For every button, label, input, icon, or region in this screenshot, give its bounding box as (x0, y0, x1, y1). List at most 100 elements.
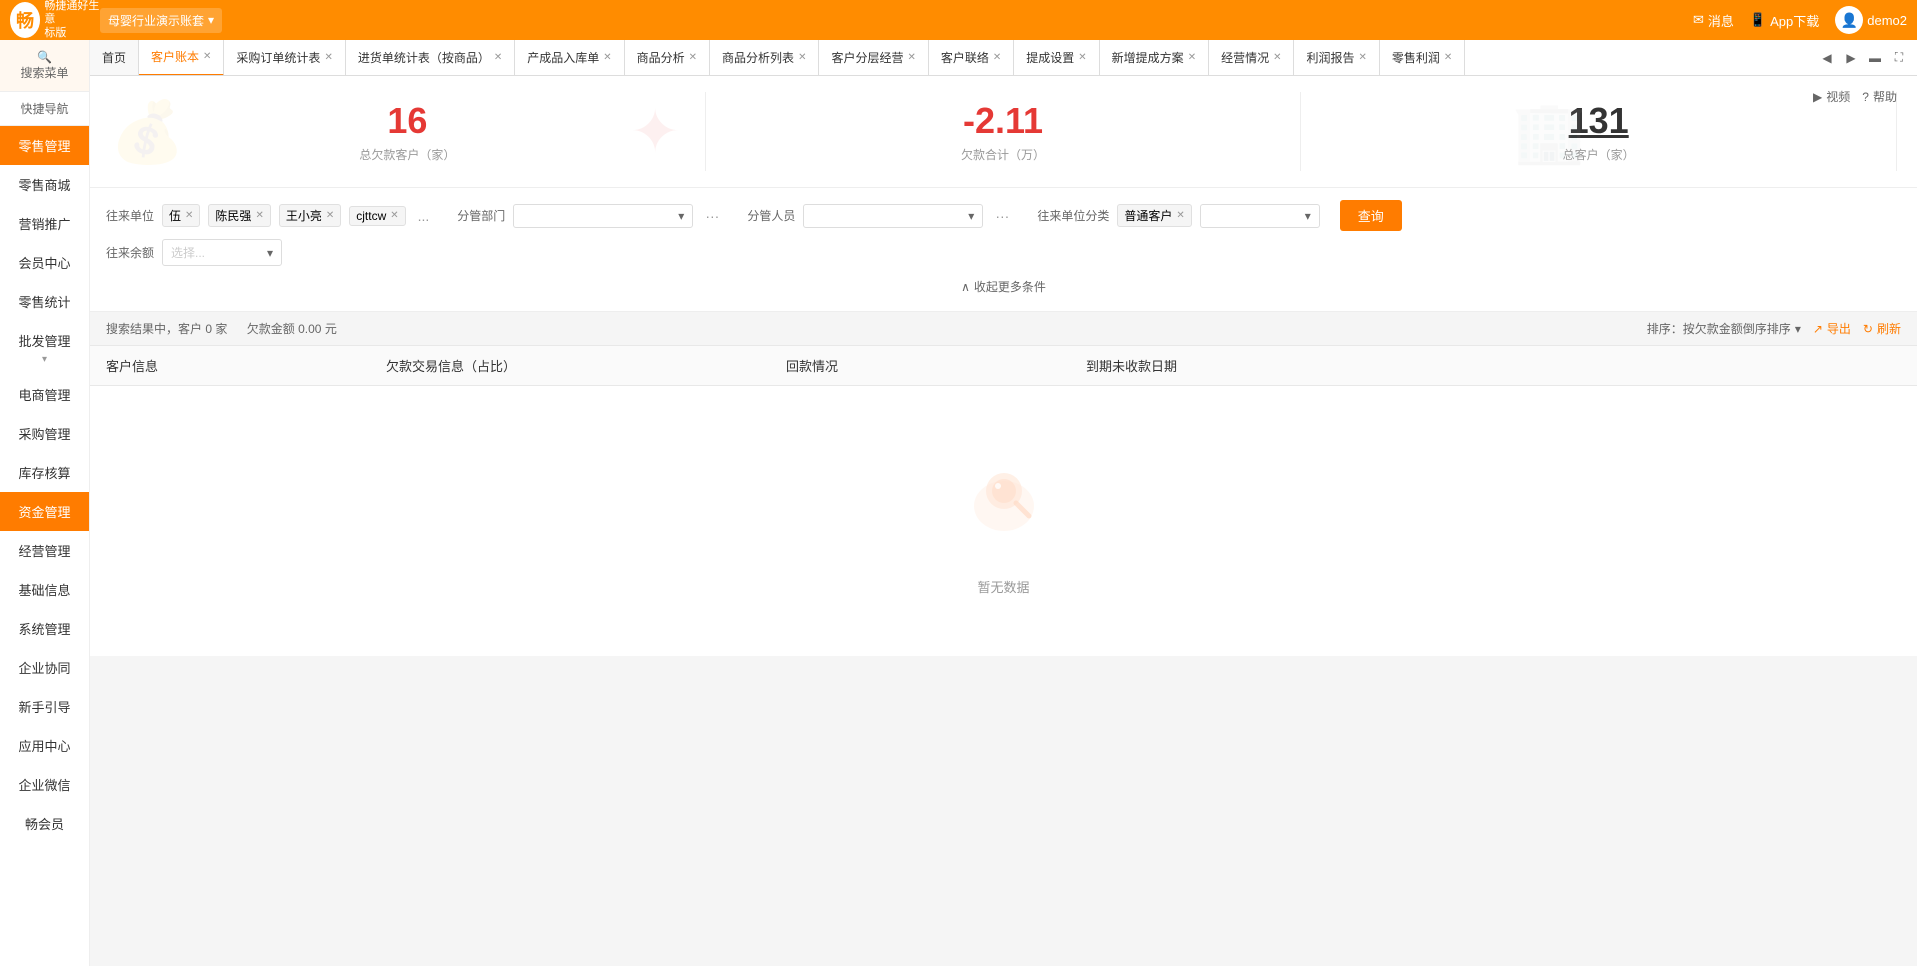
more-filters-button[interactable]: ... (414, 208, 434, 224)
branch-dept-select[interactable]: ▾ (513, 204, 693, 228)
sidebar-item-retail[interactable]: 零售管理 (0, 126, 89, 165)
sidebar-item-vip-member[interactable]: 畅会员 (0, 804, 89, 843)
tab-purchase-order-stats[interactable]: 采购订单统计表 ✕ (224, 40, 345, 76)
account-dropdown[interactable]: 母婴行业演示账套 ▾ (100, 8, 222, 33)
branch-staff-label: 分管人员 (747, 207, 795, 224)
stat-total-customers: 131 总客户（家） (1301, 92, 1897, 171)
balance-select[interactable]: 选择... ▾ (162, 239, 282, 266)
help-button[interactable]: ? 帮助 (1862, 88, 1897, 105)
tab-close-icon[interactable]: ✕ (1078, 52, 1086, 63)
chevron-down-icon: ▾ (208, 13, 214, 27)
sidebar-item-app-center[interactable]: 应用中心 (0, 726, 89, 765)
sidebar-search[interactable]: 🔍 搜索菜单 (0, 40, 89, 92)
empty-text: 暂无数据 (977, 577, 1029, 596)
sidebar-quick-nav[interactable]: 快捷导航 (0, 92, 89, 126)
filter-tag-3[interactable]: cjttcw ✕ (349, 206, 405, 226)
sidebar-item-retail-stats[interactable]: 零售统计 (0, 282, 89, 321)
table-col-due-date: 到期未收款日期 (1086, 356, 1901, 375)
query-button[interactable]: 查询 (1340, 200, 1402, 231)
tab-close-icon[interactable]: ✕ (1188, 52, 1196, 63)
stats-help: ▶ 视频 ? 帮助 (1813, 88, 1897, 105)
tab-product-analysis-list[interactable]: 商品分析列表 ✕ (710, 40, 819, 76)
tab-close-icon[interactable]: ✕ (1444, 52, 1452, 63)
tab-profit-report[interactable]: 利润报告 ✕ (1294, 40, 1379, 76)
tab-operation-status[interactable]: 经营情况 ✕ (1209, 40, 1294, 76)
sidebar-item-purchase[interactable]: 采购管理 (0, 414, 89, 453)
sidebar-item-marketing[interactable]: 营销推广 (0, 204, 89, 243)
app-download-button[interactable]: 📱 App下载 (1750, 11, 1819, 30)
sidebar-item-operation[interactable]: 经营管理 (0, 531, 89, 570)
sidebar-item-ecommerce[interactable]: 电商管理 (0, 375, 89, 414)
belonging-unit-label: 往来单位 (106, 207, 154, 224)
close-icon[interactable]: ✕ (1176, 210, 1184, 221)
unit-category-tag[interactable]: 普通客户 ✕ (1117, 204, 1191, 227)
sidebar-item-label: 资金管理 (18, 502, 70, 521)
user-profile[interactable]: 👤 demo2 (1835, 6, 1907, 34)
sidebar-item-system[interactable]: 系统管理 (0, 609, 89, 648)
filter-tag-2[interactable]: 王小亮 ✕ (279, 204, 341, 227)
close-icon[interactable]: ✕ (185, 210, 193, 221)
search-result-info: 搜索结果中，客户 0 家 欠款金额 0.00 元 (106, 320, 337, 337)
tab-close-icon[interactable]: ✕ (1359, 52, 1367, 63)
tab-product-analysis[interactable]: 商品分析 ✕ (625, 40, 710, 76)
top-bar-right: ✉ 消息 📱 App下载 👤 demo2 (1693, 6, 1907, 34)
tab-home[interactable]: 首页 (90, 40, 139, 76)
tab-minimize-button[interactable]: ▬ (1865, 48, 1885, 68)
sidebar-item-basic[interactable]: 基础信息 (0, 570, 89, 609)
tab-close-icon[interactable]: ✕ (798, 52, 806, 63)
tab-close-icon[interactable]: ✕ (993, 52, 1001, 63)
help-icon: ? (1862, 90, 1869, 104)
sidebar-item-enterprise-wechat[interactable]: 企业微信 (0, 765, 89, 804)
tab-customer-layer[interactable]: 客户分层经营 ✕ (819, 40, 928, 76)
sort-select[interactable]: 排序：按欠款金额倒序排序 ▾ (1647, 320, 1801, 337)
sidebar-item-label: 企业微信 (18, 775, 70, 794)
tab-customers[interactable]: 客户账本 ✕ (139, 40, 224, 76)
tab-maximize-button[interactable]: ⛶ (1889, 48, 1909, 68)
sidebar-item-enterprise-collab[interactable]: 企业协同 (0, 648, 89, 687)
tab-promotion-settings[interactable]: 提成设置 ✕ (1014, 40, 1099, 76)
tab-close-icon[interactable]: ✕ (689, 52, 697, 63)
tab-new-promotion-plan[interactable]: 新增提成方案 ✕ (1100, 40, 1209, 76)
branch-dept-more[interactable]: ··· (701, 208, 723, 224)
collapse-button[interactable]: ∧ 收起更多条件 (106, 274, 1901, 299)
chevron-down-icon: ▾ (1795, 322, 1801, 336)
close-icon[interactable]: ✕ (326, 210, 334, 221)
close-icon[interactable]: ✕ (255, 210, 263, 221)
sidebar-item-label: 零售统计 (18, 292, 70, 311)
empty-icon (954, 446, 1054, 565)
tab-close-icon[interactable]: ✕ (324, 52, 332, 63)
tab-scroll-left-button[interactable]: ◀ (1817, 48, 1837, 68)
tab-close-icon[interactable]: ✕ (1273, 52, 1281, 63)
tab-purchase-stats-product[interactable]: 进货单统计表（按商品） ✕ (346, 40, 515, 76)
stats-icon-debt: ✦ (630, 97, 680, 167)
sidebar-item-label: 采购管理 (18, 424, 70, 443)
tab-product-instock[interactable]: 产成品入库单 ✕ (515, 40, 624, 76)
branch-staff-more[interactable]: ··· (991, 208, 1013, 224)
unit-category-select[interactable]: ▾ (1200, 204, 1320, 228)
tab-close-icon[interactable]: ✕ (603, 52, 611, 63)
video-help-button[interactable]: ▶ 视频 (1813, 88, 1850, 105)
close-icon[interactable]: ✕ (390, 210, 398, 221)
tab-scroll-right-button[interactable]: ▶ (1841, 48, 1861, 68)
tab-close-icon[interactable]: ✕ (494, 52, 502, 63)
stats-icon-customers: 💰 (110, 96, 185, 167)
messages-button[interactable]: ✉ 消息 (1693, 11, 1734, 30)
sidebar-item-wholesale[interactable]: 批发管理 ▾ (0, 321, 89, 375)
filter-tag-0[interactable]: 伍 ✕ (162, 204, 200, 227)
stat-total-debt-customers: 16 总欠款客户（家） (110, 92, 706, 171)
filter-tag-1[interactable]: 陈民强 ✕ (208, 204, 270, 227)
refresh-button[interactable]: ↻ 刷新 (1863, 320, 1901, 337)
tab-customer-contact[interactable]: 客户联络 ✕ (929, 40, 1014, 76)
video-icon: ▶ (1813, 90, 1822, 104)
sidebar-item-retail-mall[interactable]: 零售商城 (0, 165, 89, 204)
tab-retail-profit[interactable]: 零售利润 ✕ (1380, 40, 1465, 76)
branch-staff-select[interactable]: ▾ (803, 204, 983, 228)
tab-close-icon[interactable]: ✕ (203, 51, 211, 62)
sidebar-item-finance[interactable]: 资金管理 (0, 492, 89, 531)
tab-close-icon[interactable]: ✕ (907, 52, 915, 63)
sidebar-item-newbie[interactable]: 新手引导 (0, 687, 89, 726)
search-result-bar: 搜索结果中，客户 0 家 欠款金额 0.00 元 排序：按欠款金额倒序排序 ▾ (90, 312, 1917, 346)
sidebar-item-inventory[interactable]: 库存核算 (0, 453, 89, 492)
export-button[interactable]: ↗ 导出 (1813, 320, 1851, 337)
sidebar-item-member[interactable]: 会员中心 (0, 243, 89, 282)
